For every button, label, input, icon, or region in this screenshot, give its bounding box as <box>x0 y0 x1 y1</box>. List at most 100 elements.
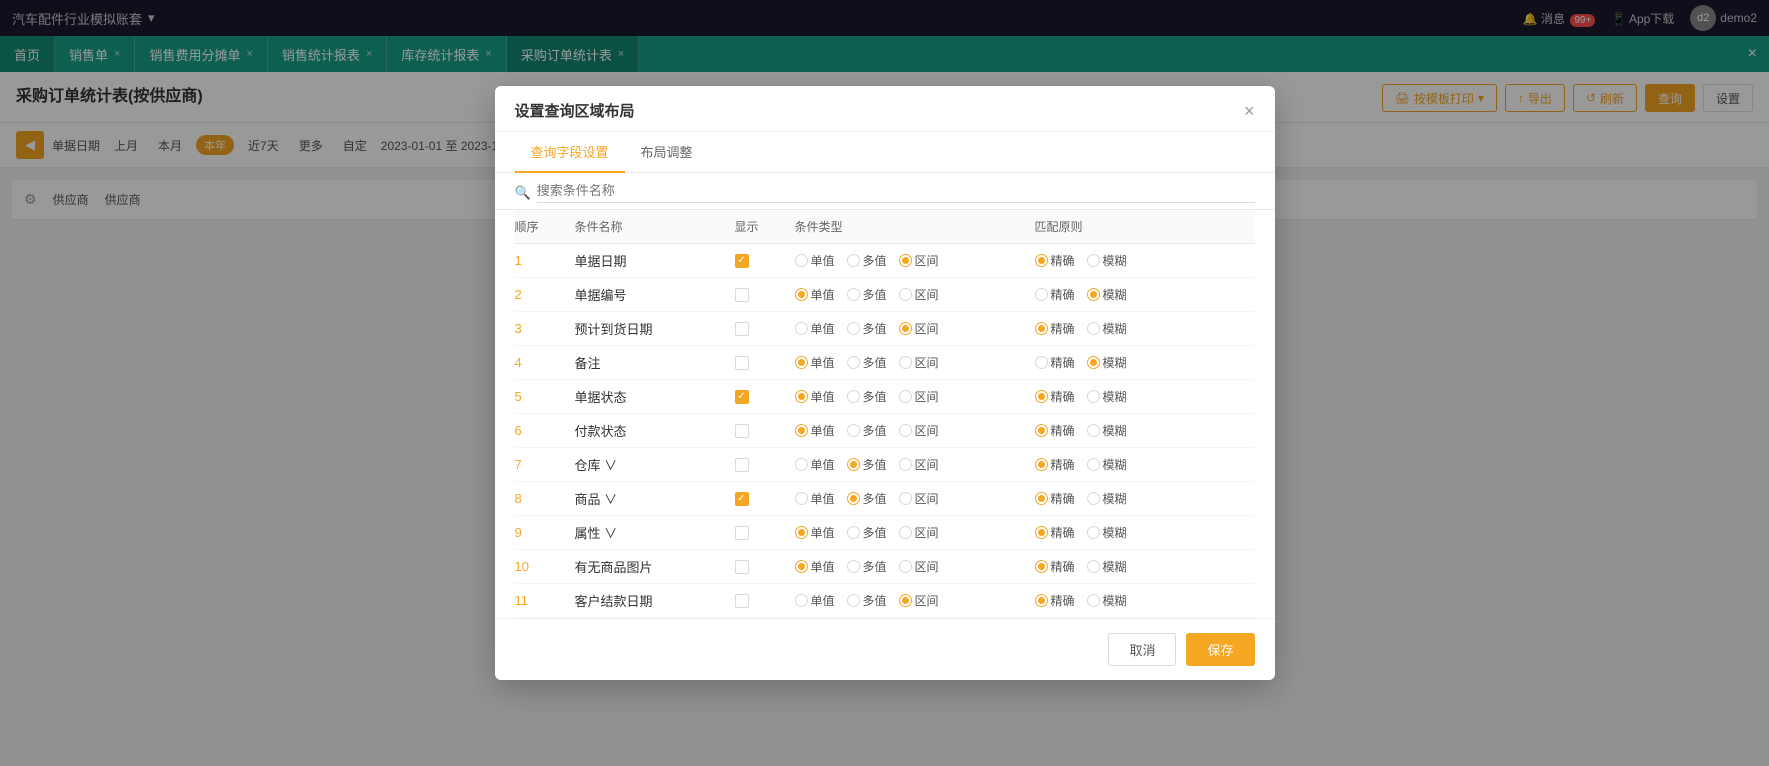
match-fuzzy-radio-5[interactable] <box>1087 424 1100 437</box>
match-exact-7[interactable]: 精确 <box>1035 490 1075 507</box>
match-fuzzy-8[interactable]: 模糊 <box>1087 524 1127 541</box>
type-multi-2[interactable]: 多值 <box>847 320 887 337</box>
match-fuzzy-radio-3[interactable] <box>1087 356 1100 369</box>
type-multi-9[interactable]: 多值 <box>847 558 887 575</box>
display-checkbox-3[interactable] <box>735 356 749 370</box>
type-single-5[interactable]: 单值 <box>795 422 835 439</box>
match-fuzzy-1[interactable]: 模糊 <box>1087 286 1127 303</box>
type-single-radio-8[interactable] <box>795 526 808 539</box>
type-range-radio-2[interactable] <box>899 322 912 335</box>
type-range-radio-1[interactable] <box>899 288 912 301</box>
type-range-3[interactable]: 区间 <box>899 354 939 371</box>
type-range-2[interactable]: 区间 <box>899 320 939 337</box>
type-range-radio-9[interactable] <box>899 560 912 573</box>
match-exact-4[interactable]: 精确 <box>1035 388 1075 405</box>
type-single-3[interactable]: 单值 <box>795 354 835 371</box>
type-multi-radio-7[interactable] <box>847 492 860 505</box>
type-single-radio-9[interactable] <box>795 560 808 573</box>
display-checkbox-7[interactable] <box>735 492 749 506</box>
type-multi-radio-10[interactable] <box>847 594 860 607</box>
match-exact-10[interactable]: 精确 <box>1035 592 1075 609</box>
type-range-8[interactable]: 区间 <box>899 524 939 541</box>
match-exact-radio-8[interactable] <box>1035 526 1048 539</box>
match-exact-0[interactable]: 精确 <box>1035 252 1075 269</box>
type-range-10[interactable]: 区间 <box>899 592 939 609</box>
type-multi-7[interactable]: 多值 <box>847 490 887 507</box>
type-multi-radio-5[interactable] <box>847 424 860 437</box>
display-checkbox-6[interactable] <box>735 458 749 472</box>
dialog-close-button[interactable]: × <box>1244 102 1255 120</box>
type-range-4[interactable]: 区间 <box>899 388 939 405</box>
match-fuzzy-radio-2[interactable] <box>1087 322 1100 335</box>
type-range-radio-3[interactable] <box>899 356 912 369</box>
display-checkbox-0[interactable] <box>735 254 749 268</box>
match-exact-9[interactable]: 精确 <box>1035 558 1075 575</box>
type-single-6[interactable]: 单值 <box>795 456 835 473</box>
type-single-10[interactable]: 单值 <box>795 592 835 609</box>
type-range-radio-8[interactable] <box>899 526 912 539</box>
match-exact-6[interactable]: 精确 <box>1035 456 1075 473</box>
match-exact-3[interactable]: 精确 <box>1035 354 1075 371</box>
display-checkbox-4[interactable] <box>735 390 749 404</box>
type-range-0[interactable]: 区间 <box>899 252 939 269</box>
type-multi-radio-6[interactable] <box>847 458 860 471</box>
type-single-radio-10[interactable] <box>795 594 808 607</box>
match-exact-radio-9[interactable] <box>1035 560 1048 573</box>
type-single-radio-7[interactable] <box>795 492 808 505</box>
match-fuzzy-radio-4[interactable] <box>1087 390 1100 403</box>
type-single-9[interactable]: 单值 <box>795 558 835 575</box>
type-single-8[interactable]: 单值 <box>795 524 835 541</box>
type-single-4[interactable]: 单值 <box>795 388 835 405</box>
type-multi-10[interactable]: 多值 <box>847 592 887 609</box>
type-single-radio-1[interactable] <box>795 288 808 301</box>
type-multi-1[interactable]: 多值 <box>847 286 887 303</box>
match-exact-radio-10[interactable] <box>1035 594 1048 607</box>
match-fuzzy-radio-0[interactable] <box>1087 254 1100 267</box>
match-fuzzy-10[interactable]: 模糊 <box>1087 592 1127 609</box>
display-checkbox-8[interactable] <box>735 526 749 540</box>
display-checkbox-9[interactable] <box>735 560 749 574</box>
display-checkbox-10[interactable] <box>735 594 749 608</box>
match-fuzzy-radio-9[interactable] <box>1087 560 1100 573</box>
match-fuzzy-6[interactable]: 模糊 <box>1087 456 1127 473</box>
match-fuzzy-radio-6[interactable] <box>1087 458 1100 471</box>
type-multi-6[interactable]: 多值 <box>847 456 887 473</box>
type-range-9[interactable]: 区间 <box>899 558 939 575</box>
type-range-radio-7[interactable] <box>899 492 912 505</box>
match-exact-1[interactable]: 精确 <box>1035 286 1075 303</box>
match-exact-radio-0[interactable] <box>1035 254 1048 267</box>
type-range-1[interactable]: 区间 <box>899 286 939 303</box>
match-fuzzy-radio-8[interactable] <box>1087 526 1100 539</box>
match-exact-radio-4[interactable] <box>1035 390 1048 403</box>
match-fuzzy-0[interactable]: 模糊 <box>1087 252 1127 269</box>
match-fuzzy-9[interactable]: 模糊 <box>1087 558 1127 575</box>
type-range-7[interactable]: 区间 <box>899 490 939 507</box>
match-fuzzy-5[interactable]: 模糊 <box>1087 422 1127 439</box>
type-range-6[interactable]: 区间 <box>899 456 939 473</box>
match-fuzzy-radio-7[interactable] <box>1087 492 1100 505</box>
dialog-tab-query-fields[interactable]: 查询字段设置 <box>515 132 625 173</box>
match-exact-radio-6[interactable] <box>1035 458 1048 471</box>
type-multi-radio-0[interactable] <box>847 254 860 267</box>
type-single-radio-0[interactable] <box>795 254 808 267</box>
type-multi-3[interactable]: 多值 <box>847 354 887 371</box>
type-range-radio-5[interactable] <box>899 424 912 437</box>
type-single-radio-2[interactable] <box>795 322 808 335</box>
match-exact-radio-2[interactable] <box>1035 322 1048 335</box>
type-multi-5[interactable]: 多值 <box>847 422 887 439</box>
type-multi-radio-2[interactable] <box>847 322 860 335</box>
type-range-radio-0[interactable] <box>899 254 912 267</box>
type-single-radio-3[interactable] <box>795 356 808 369</box>
type-multi-radio-3[interactable] <box>847 356 860 369</box>
type-multi-4[interactable]: 多值 <box>847 388 887 405</box>
type-range-5[interactable]: 区间 <box>899 422 939 439</box>
search-input[interactable] <box>537 183 1255 198</box>
match-exact-radio-3[interactable] <box>1035 356 1048 369</box>
match-fuzzy-radio-1[interactable] <box>1087 288 1100 301</box>
type-multi-radio-8[interactable] <box>847 526 860 539</box>
match-fuzzy-radio-10[interactable] <box>1087 594 1100 607</box>
type-multi-0[interactable]: 多值 <box>847 252 887 269</box>
match-exact-2[interactable]: 精确 <box>1035 320 1075 337</box>
display-checkbox-5[interactable] <box>735 424 749 438</box>
dialog-tab-layout[interactable]: 布局调整 <box>625 132 709 173</box>
